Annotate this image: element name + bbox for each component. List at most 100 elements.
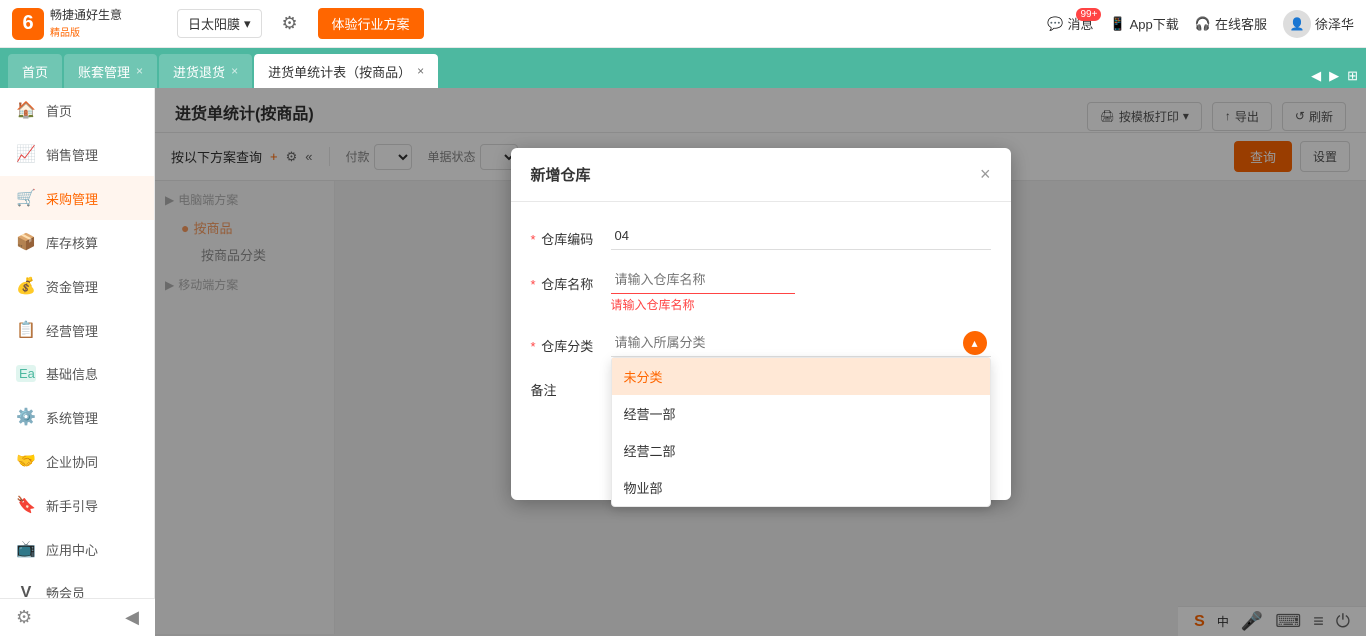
sidebar-item-home[interactable]: 🏠 首页 (0, 88, 154, 132)
chevron-down-icon: ▾ (244, 16, 251, 32)
inventory-icon: 📦 (16, 232, 36, 252)
tab-purchase-return[interactable]: 进货退货 × (159, 54, 252, 88)
messages-item[interactable]: 💬 消息 99+ (1047, 14, 1093, 33)
logo-name: 畅捷通好生意 (50, 8, 122, 24)
topbar-right: 💬 消息 99+ 📱 App下载 🎧 在线客服 👤 徐泽华 (1047, 10, 1354, 38)
app-download-label: App下载 (1130, 14, 1179, 33)
user-item[interactable]: 👤 徐泽华 (1283, 10, 1354, 38)
content-area: 进货单统计(按商品) 🖨 按模板打印 ▾ ↑ 导出 ↺ 刷新 (155, 88, 1366, 636)
topbar: 6 畅捷通好生意 精品版 日太阳膜 ▾ ⚙ 体验行业方案 💬 消息 99+ 📱 … (0, 0, 1366, 48)
sidebar-item-sales-label: 销售管理 (46, 145, 98, 164)
category-label: * 仓库分类 (531, 329, 611, 355)
sidebar-item-purchase[interactable]: 🛒 采购管理 (0, 176, 154, 220)
category-label-text: 仓库分类 (541, 339, 593, 354)
tab-account-close[interactable]: × (136, 64, 143, 78)
logo-icon: 6 (12, 8, 44, 40)
name-label-text: 仓库名称 (541, 277, 593, 292)
enterprise-icon: 🤝 (16, 451, 36, 471)
sidebar-item-sales[interactable]: 📈 销售管理 (0, 132, 154, 176)
guide-icon: 🔖 (16, 495, 36, 515)
topbar-center: 日太阳膜 ▾ ⚙ 体验行业方案 (167, 8, 1047, 40)
modal-body: * 仓库编码 * 仓库名称 (511, 202, 1011, 437)
required-marker: * (531, 232, 536, 247)
tab-purchase-return-label: 进货退货 (173, 62, 225, 81)
sidebar-item-home-label: 首页 (46, 101, 72, 120)
collapse-icon[interactable]: ◀ (125, 607, 139, 628)
trial-button[interactable]: 体验行业方案 (318, 8, 424, 39)
sidebar-item-basic-info-label: 基础信息 (46, 364, 98, 383)
sidebar: 🏠 首页 📈 销售管理 🛒 采购管理 📦 库存核算 💰 资金管理 📋 经营管理 … (0, 88, 155, 636)
form-row-category: * 仓库分类 ▴ 未分类 经营一部 经营二部 物业部 (531, 329, 991, 357)
modal-dialog: 新增仓库 × * 仓库编码 (511, 148, 1011, 500)
sidebar-item-system-label: 系统管理 (46, 408, 98, 427)
tab-purchase-stats-close[interactable]: × (417, 64, 424, 78)
dropdown-item-unclassified[interactable]: 未分类 (612, 358, 990, 395)
store-name: 日太阳膜 (188, 14, 240, 33)
name-input[interactable] (611, 266, 795, 294)
code-input[interactable] (611, 222, 991, 250)
dropdown-item-dept2[interactable]: 经营二部 (612, 432, 990, 469)
tab-home[interactable]: 首页 (8, 54, 62, 88)
online-service-label: 在线客服 (1215, 14, 1267, 33)
sidebar-item-purchase-label: 采购管理 (46, 189, 98, 208)
home-icon: 🏠 (16, 100, 36, 120)
form-row-name: * 仓库名称 请输入仓库名称 (531, 266, 991, 313)
system-icon: ⚙️ (16, 407, 36, 427)
main-layout: 🏠 首页 📈 销售管理 🛒 采购管理 📦 库存核算 💰 资金管理 📋 经营管理 … (0, 88, 1366, 636)
sales-icon: 📈 (16, 144, 36, 164)
headset-icon: 🎧 (1195, 16, 1211, 32)
sidebar-item-operations[interactable]: 📋 经营管理 (0, 308, 154, 352)
sidebar-item-finance-label: 资金管理 (46, 277, 98, 296)
sidebar-item-enterprise-label: 企业协同 (46, 452, 98, 471)
tabbar-right: ◀ ▶ ⊞ (1311, 68, 1358, 88)
dropdown-arrow-icon[interactable]: ▴ (963, 331, 987, 355)
messages-badge: 99+ (1076, 8, 1101, 21)
category-input[interactable] (611, 329, 991, 357)
sidebar-item-system[interactable]: ⚙️ 系统管理 (0, 395, 154, 439)
modal-header: 新增仓库 × (511, 148, 1011, 202)
modal-overlay[interactable]: 新增仓库 × * 仓库编码 (155, 88, 1366, 636)
name-label: * 仓库名称 (531, 267, 611, 293)
dropdown-item-dept1[interactable]: 经营一部 (612, 395, 990, 432)
tab-account[interactable]: 账套管理 × (64, 54, 157, 88)
sidebar-item-finance[interactable]: 💰 资金管理 (0, 264, 154, 308)
required-marker3: * (531, 339, 536, 354)
app-download-item[interactable]: 📱 App下载 (1109, 14, 1178, 33)
online-service-item[interactable]: 🎧 在线客服 (1195, 14, 1267, 33)
sidebar-item-apps-label: 应用中心 (46, 540, 98, 559)
tab-expand-icon[interactable]: ⊞ (1347, 68, 1358, 84)
logo-sub: 精品版 (50, 24, 122, 39)
tab-purchase-stats[interactable]: 进货单统计表（按商品） × (254, 54, 438, 88)
required-marker2: * (531, 277, 536, 292)
purchase-icon: 🛒 (16, 188, 36, 208)
sidebar-item-operations-label: 经营管理 (46, 321, 98, 340)
store-selector[interactable]: 日太阳膜 ▾ (177, 9, 262, 38)
code-label: * 仓库编码 (531, 222, 611, 248)
form-row-code: * 仓库编码 (531, 222, 991, 250)
tab-account-label: 账套管理 (78, 62, 130, 81)
tabbar: 首页 账套管理 × 进货退货 × 进货单统计表（按商品） × ◀ ▶ ⊞ (0, 48, 1366, 88)
settings-icon[interactable]: ⚙ (274, 8, 306, 40)
code-label-text: 仓库编码 (541, 232, 593, 247)
sidebar-item-apps[interactable]: 📺 应用中心 (0, 527, 154, 571)
dropdown-item-dept3[interactable]: 物业部 (612, 469, 990, 506)
category-dropdown-list: 未分类 经营一部 经营二部 物业部 (611, 357, 991, 507)
modal-close-button[interactable]: × (980, 164, 991, 185)
note-label: 备注 (531, 373, 611, 399)
sidebar-item-inventory[interactable]: 📦 库存核算 (0, 220, 154, 264)
sidebar-item-basic-info[interactable]: Ea 基础信息 (0, 352, 154, 395)
phone-icon: 📱 (1109, 16, 1125, 32)
modal-title: 新增仓库 (531, 164, 591, 185)
sidebar-item-guide[interactable]: 🔖 新手引导 (0, 483, 154, 527)
user-name: 徐泽华 (1315, 14, 1354, 33)
settings-bottom-icon[interactable]: ⚙ (16, 607, 32, 628)
logo-area: 6 畅捷通好生意 精品版 (12, 8, 167, 40)
tab-next-icon[interactable]: ▶ (1329, 68, 1339, 84)
avatar: 👤 (1283, 10, 1311, 38)
sidebar-item-enterprise[interactable]: 🤝 企业协同 (0, 439, 154, 483)
finance-icon: 💰 (16, 276, 36, 296)
tab-prev-icon[interactable]: ◀ (1311, 68, 1321, 84)
tab-purchase-return-close[interactable]: × (231, 64, 238, 78)
message-icon: 💬 (1047, 16, 1063, 32)
apps-icon: 📺 (16, 539, 36, 559)
